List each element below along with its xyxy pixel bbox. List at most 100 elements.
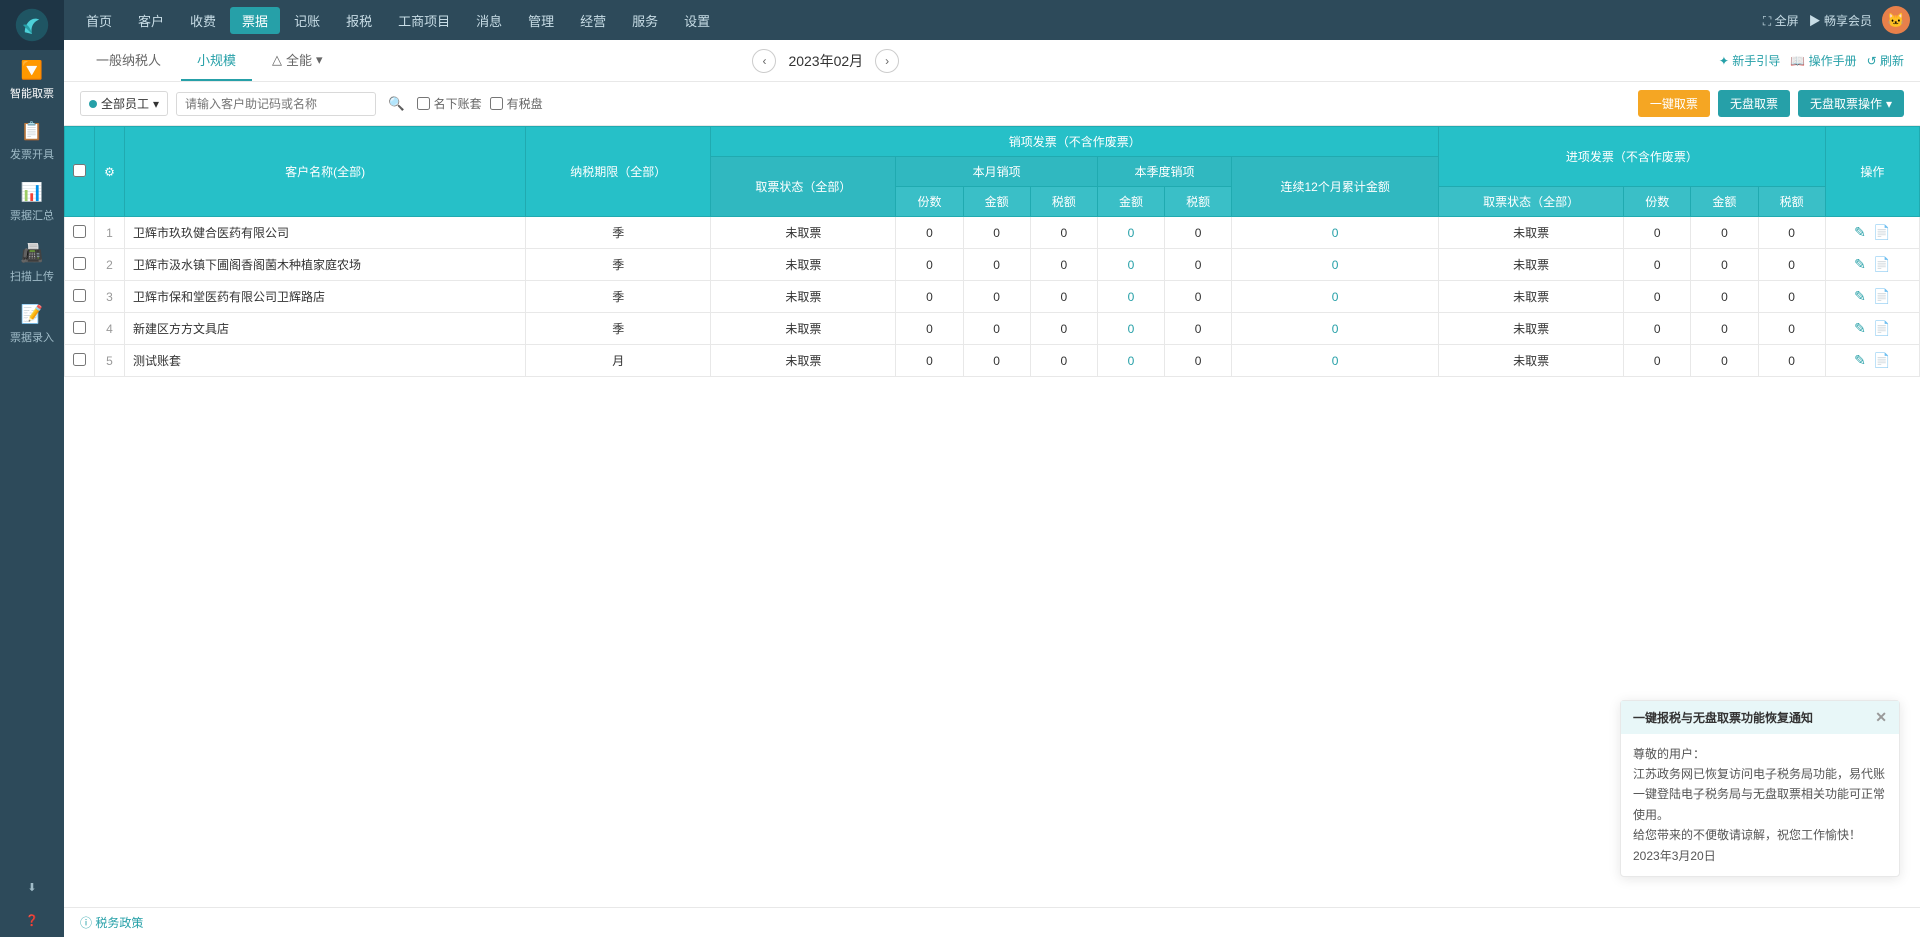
action-cell: ✎ 📄 bbox=[1825, 217, 1919, 249]
quarterly-tax-cell: 0 bbox=[1165, 281, 1232, 313]
select-all-checkbox-header[interactable] bbox=[65, 127, 95, 217]
edit-action-icon[interactable]: ✎ bbox=[1854, 352, 1866, 368]
nav-home[interactable]: 首页 bbox=[74, 7, 124, 34]
tab-general[interactable]: 一般纳税人 bbox=[80, 40, 177, 81]
monthly-sales-tax-cell: 0 bbox=[1030, 345, 1097, 377]
row-checkbox[interactable] bbox=[73, 353, 86, 366]
has-tax-disk-checkbox[interactable] bbox=[490, 97, 503, 110]
no-disk-ops-button[interactable]: 无盘取票操作 ▾ bbox=[1798, 90, 1904, 117]
nav-message[interactable]: 消息 bbox=[464, 7, 514, 34]
dropdown-arrow-icon: ▾ bbox=[153, 97, 159, 111]
monthly-sales-amount-cell: 0 bbox=[963, 345, 1030, 377]
monthly-purchase-amount-cell: 0 bbox=[1691, 281, 1758, 313]
select-all-checkbox[interactable] bbox=[73, 164, 86, 177]
quarterly-amount-link[interactable]: 0 bbox=[1128, 322, 1135, 336]
customer-search-input[interactable] bbox=[176, 92, 376, 116]
nav-customer[interactable]: 客户 bbox=[126, 7, 176, 34]
cumulative-link[interactable]: 0 bbox=[1332, 354, 1339, 368]
detail-action-icon[interactable]: 📄 bbox=[1873, 352, 1890, 368]
row-checkbox[interactable] bbox=[73, 257, 86, 270]
quarterly-amount-link[interactable]: 0 bbox=[1128, 354, 1135, 368]
settings-header[interactable]: ⚙ bbox=[95, 127, 125, 217]
has-tax-disk-checkbox-label[interactable]: 有税盘 bbox=[490, 95, 543, 112]
nav-manage[interactable]: 管理 bbox=[516, 7, 566, 34]
cumulative-link[interactable]: 0 bbox=[1332, 226, 1339, 240]
edit-action-icon[interactable]: ✎ bbox=[1854, 224, 1866, 240]
next-month-button[interactable]: › bbox=[875, 49, 899, 73]
detail-action-icon[interactable]: 📄 bbox=[1873, 256, 1890, 272]
quarterly-amount-link[interactable]: 0 bbox=[1128, 290, 1135, 304]
member-btn[interactable]: ▶ 畅享会员 bbox=[1809, 12, 1872, 29]
under-account-checkbox[interactable] bbox=[417, 97, 430, 110]
tax-policy-link[interactable]: 税务政策 bbox=[80, 916, 143, 930]
sidebar-help[interactable]: ❓ bbox=[0, 904, 64, 937]
nav-billing[interactable]: 收费 bbox=[178, 7, 228, 34]
nav-tax[interactable]: 报税 bbox=[334, 7, 384, 34]
row-checkbox-cell[interactable] bbox=[65, 217, 95, 249]
nav-invoice[interactable]: 票据 bbox=[230, 7, 280, 34]
sidebar-item-smart-fetch[interactable]: 🔽 智能取票 bbox=[0, 50, 64, 111]
notification-close-button[interactable]: ✕ bbox=[1875, 709, 1887, 726]
edit-action-icon[interactable]: ✎ bbox=[1854, 320, 1866, 336]
one-click-fetch-button[interactable]: 一键取票 bbox=[1638, 90, 1710, 117]
toolbar: 全部员工 ▾ 🔍 名下账套 有税盘 一键取票 无盘取票 无盘取票操作 bbox=[64, 82, 1920, 126]
nav-bizproject[interactable]: 工商项目 bbox=[386, 7, 462, 34]
sidebar-item-invoice-entry[interactable]: 📝 票据录入 bbox=[0, 294, 64, 355]
nav-service[interactable]: 服务 bbox=[620, 7, 670, 34]
sidebar-download[interactable]: ⬇ bbox=[0, 871, 64, 904]
employee-filter-select[interactable]: 全部员工 ▾ bbox=[80, 91, 168, 116]
tax-period-cell: 季 bbox=[526, 217, 711, 249]
cumulative-link[interactable]: 0 bbox=[1332, 290, 1339, 304]
no-disk-fetch-button[interactable]: 无盘取票 bbox=[1718, 90, 1790, 117]
download-icon: ⬇ bbox=[27, 881, 36, 894]
refresh-link[interactable]: ↺ 刷新 bbox=[1867, 52, 1904, 69]
quarterly-tax-cell: 0 bbox=[1165, 249, 1232, 281]
sales-fetch-status-header[interactable]: 取票状态（全部） bbox=[711, 157, 896, 217]
cumulative-link[interactable]: 0 bbox=[1332, 258, 1339, 272]
quarterly-amount-link[interactable]: 0 bbox=[1128, 258, 1135, 272]
quarterly-amount-link[interactable]: 0 bbox=[1128, 226, 1135, 240]
row-checkbox[interactable] bbox=[73, 321, 86, 334]
tab-small[interactable]: 小规模 bbox=[181, 40, 252, 81]
row-checkbox-cell[interactable] bbox=[65, 281, 95, 313]
tab-all[interactable]: △ 全能 ▾ bbox=[256, 40, 339, 81]
guide-link[interactable]: ✦ 新手引导 bbox=[1719, 52, 1780, 69]
under-account-checkbox-label[interactable]: 名下账套 bbox=[417, 95, 482, 112]
sidebar-item-scan-upload[interactable]: 📠 扫描上传 bbox=[0, 233, 64, 294]
action-header: 操作 bbox=[1825, 127, 1919, 217]
sidebar-item-invoice-summary[interactable]: 📊 票据汇总 bbox=[0, 172, 64, 233]
monthly-purchase-count-cell: 0 bbox=[1624, 249, 1691, 281]
prev-month-button[interactable]: ‹ bbox=[752, 49, 776, 73]
sales-fetch-status-cell: 未取票 bbox=[711, 313, 896, 345]
nav-operation[interactable]: 经营 bbox=[568, 7, 618, 34]
quarterly-amount-cell: 0 bbox=[1097, 281, 1164, 313]
scan-upload-icon: 📠 bbox=[21, 243, 43, 264]
monthly-sales-count-cell: 0 bbox=[896, 281, 963, 313]
sidebar-item-issue-invoice[interactable]: 📋 发票开具 bbox=[0, 111, 64, 172]
detail-action-icon[interactable]: 📄 bbox=[1873, 224, 1890, 240]
cumulative-link[interactable]: 0 bbox=[1332, 322, 1339, 336]
cumulative-cell: 0 bbox=[1232, 345, 1439, 377]
purchase-fetch-status-header[interactable]: 取票状态（全部） bbox=[1439, 187, 1624, 217]
manual-link[interactable]: 📖 操作手册 bbox=[1790, 52, 1856, 69]
row-checkbox-cell[interactable] bbox=[65, 249, 95, 281]
row-checkbox-cell[interactable] bbox=[65, 345, 95, 377]
monthly-purchase-tax-cell: 0 bbox=[1758, 249, 1825, 281]
row-checkbox[interactable] bbox=[73, 225, 86, 238]
row-checkbox-cell[interactable] bbox=[65, 313, 95, 345]
row-checkbox[interactable] bbox=[73, 289, 86, 302]
logo[interactable] bbox=[0, 0, 64, 50]
monthly-sales-amount-cell: 0 bbox=[963, 249, 1030, 281]
row-number: 5 bbox=[95, 345, 125, 377]
nav-bookkeeping[interactable]: 记账 bbox=[282, 7, 332, 34]
triangle-icon: △ bbox=[272, 52, 282, 68]
search-button[interactable]: 🔍 bbox=[384, 92, 409, 116]
fullscreen-btn[interactable]: ⛶ 全屏 bbox=[1763, 12, 1799, 29]
detail-action-icon[interactable]: 📄 bbox=[1873, 320, 1890, 336]
nav-settings[interactable]: 设置 bbox=[672, 7, 722, 34]
detail-action-icon[interactable]: 📄 bbox=[1873, 288, 1890, 304]
user-avatar[interactable]: 🐱 bbox=[1882, 6, 1910, 34]
edit-action-icon[interactable]: ✎ bbox=[1854, 288, 1866, 304]
subtabs-bar: 一般纳税人 小规模 △ 全能 ▾ ‹ 2023年02月 › ✦ 新手引导 📖 操… bbox=[64, 40, 1920, 82]
edit-action-icon[interactable]: ✎ bbox=[1854, 256, 1866, 272]
